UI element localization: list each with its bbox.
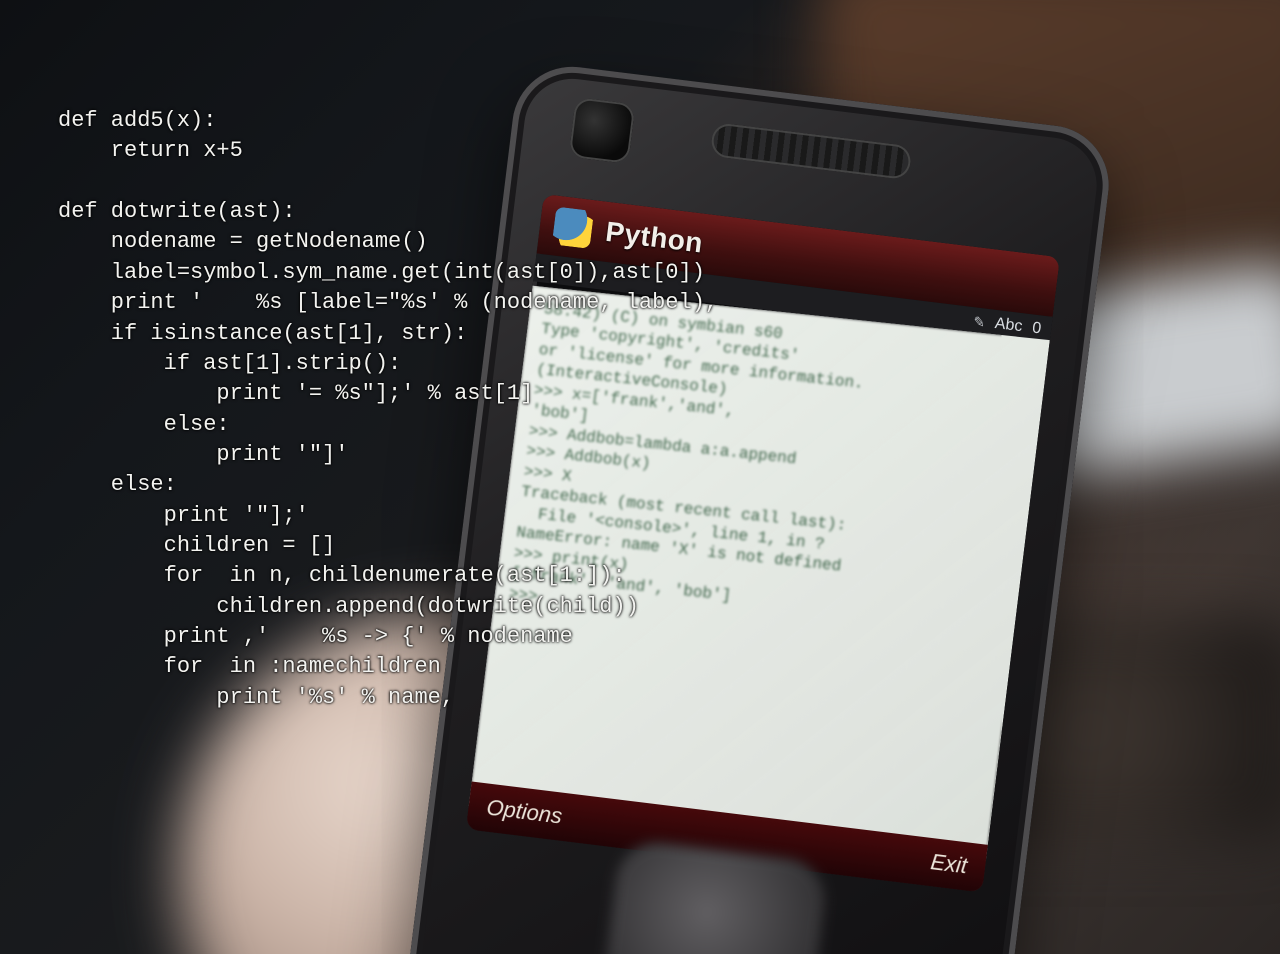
softkey-exit[interactable]: Exit [929, 849, 969, 879]
app-title: Python [604, 216, 705, 260]
scene: Python ✎ Abc 0 58.42) (C) on symbian s60… [0, 0, 1280, 954]
status-counter: 0 [1031, 319, 1042, 338]
phone: Python ✎ Abc 0 58.42) (C) on symbian s60… [398, 60, 1115, 954]
python-logo-icon [552, 207, 594, 249]
softkey-options[interactable]: Options [485, 795, 563, 830]
python-console: 58.42) (C) on symbian s60 Type 'copyrigh… [469, 286, 1050, 860]
pencil-icon: ✎ [972, 313, 986, 331]
phone-screen: Python ✎ Abc 0 58.42) (C) on symbian s60… [466, 194, 1060, 893]
input-mode-label: Abc [994, 315, 1024, 336]
front-camera-icon [569, 97, 636, 164]
